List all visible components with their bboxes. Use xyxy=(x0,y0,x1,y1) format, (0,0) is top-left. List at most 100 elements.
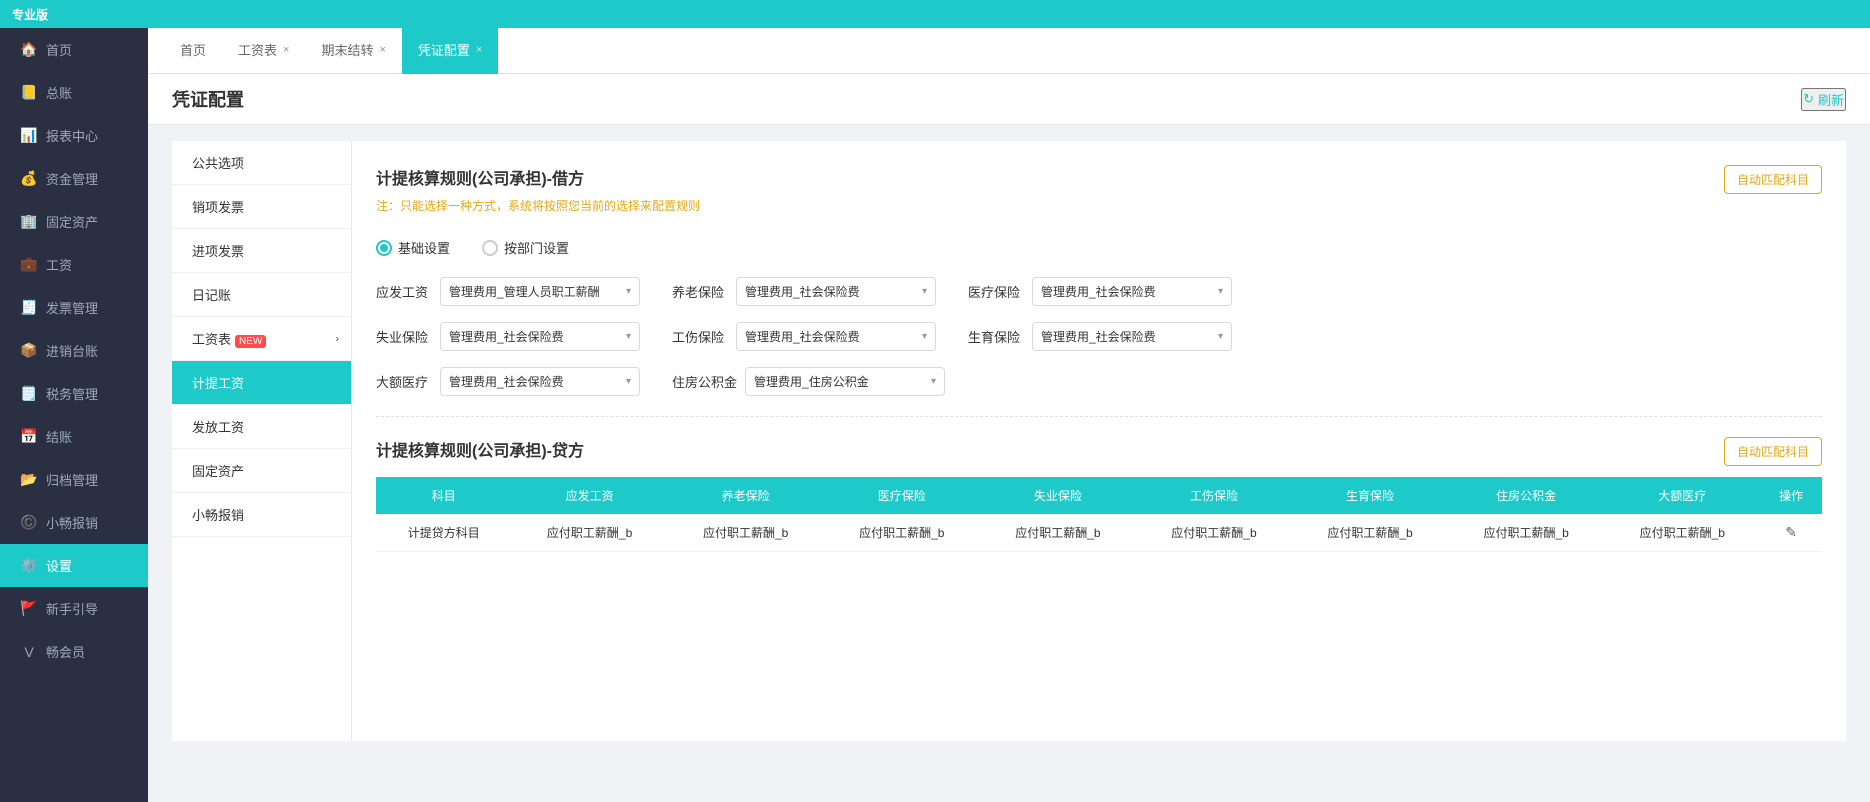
tab-close-period[interactable]: × xyxy=(379,44,385,56)
radio-basic-circle xyxy=(376,240,392,256)
left-nav-label-xiaochang-exp: 小畅报销 xyxy=(192,508,244,523)
select-value-zhufang: 管理费用_住房公积金 xyxy=(754,373,869,390)
sidebar-item-close[interactable]: 📅 结账 xyxy=(0,415,148,458)
sidebar-icon-assets: 🏢 xyxy=(20,213,38,231)
select-arrow-gongshang: ▾ xyxy=(922,331,927,342)
col-header-yanglao: 养老保险 xyxy=(668,477,824,514)
sidebar-item-salary[interactable]: 💼 工资 xyxy=(0,243,148,286)
cell-shengyu: 应付职工薪酬_b xyxy=(1292,514,1448,552)
tab-close-voucher[interactable]: × xyxy=(476,44,482,56)
tab-label-payroll: 工资表 xyxy=(238,40,277,59)
section-divider xyxy=(376,416,1822,417)
tab-label-period: 期末结转 xyxy=(321,40,373,59)
select-arrow-shiye: ▾ xyxy=(626,331,631,342)
radio-department[interactable]: 按部门设置 xyxy=(482,238,569,257)
col-header-gongshang: 工伤保险 xyxy=(1136,477,1292,514)
sidebar-icon-guide: 🚩 xyxy=(20,600,38,618)
sidebar-item-stock[interactable]: 📦进销台账 xyxy=(0,329,148,372)
sidebar-item-assets[interactable]: 🏢固定资产 xyxy=(0,200,148,243)
cell-shiye: 应付职工薪酬_b xyxy=(980,514,1136,552)
tab-label-home: 首页 xyxy=(180,40,206,59)
credit-auto-match-button[interactable]: 自动匹配科目 xyxy=(1724,437,1822,466)
refresh-button[interactable]: ↻ 刷新 xyxy=(1801,88,1846,111)
top-bar: 专业版 xyxy=(0,0,1870,28)
sidebar-icon-stock: 📦 xyxy=(20,342,38,360)
select-gongshang[interactable]: 管理费用_社会保险费 ▾ xyxy=(736,322,936,351)
left-nav-label-sales-invoice: 销项发票 xyxy=(192,200,244,215)
left-nav-distribution[interactable]: 发放工资 xyxy=(172,405,351,449)
new-badge-payroll-table: NEW xyxy=(235,335,266,348)
select-value-daejiyiliao: 管理费用_社会保险费 xyxy=(449,373,564,390)
radio-basic-label: 基础设置 xyxy=(398,238,450,257)
left-nav-public[interactable]: 公共选项 xyxy=(172,141,351,185)
sidebar-item-ledger[interactable]: 📒总账 xyxy=(0,71,148,114)
select-arrow-shengyu: ▾ xyxy=(1218,331,1223,342)
sidebar-label-salary: 工资 xyxy=(46,255,72,274)
sidebar-item-xiaochang[interactable]: ©️小畅报销 xyxy=(0,501,148,544)
left-nav-label-accrual: 计提工资 xyxy=(192,376,244,391)
select-yanglao[interactable]: 管理费用_社会保险费 ▾ xyxy=(736,277,936,306)
left-nav-label-purchase-invoice: 进项发票 xyxy=(192,244,244,259)
credit-table: 科目 应发工资 养老保险 医疗保险 失业保险 工伤保险 生育保险 住房公积金 大… xyxy=(376,477,1822,552)
sidebar-item-archive[interactable]: 📂归档管理 xyxy=(0,458,148,501)
radio-basic[interactable]: 基础设置 xyxy=(376,238,450,257)
select-arrow-yingfa: ▾ xyxy=(626,286,631,297)
select-yingfa[interactable]: 管理费用_管理人员职工薪酬 ▾ xyxy=(440,277,640,306)
form-row-0: 应发工资 管理费用_管理人员职工薪酬 ▾ 养老保险 管理费用_社会保险费 xyxy=(376,277,1822,306)
select-shiye[interactable]: 管理费用_社会保险费 ▾ xyxy=(440,322,640,351)
cell-action[interactable]: ✎ xyxy=(1760,514,1822,552)
left-nav-label-distribution: 发放工资 xyxy=(192,420,244,435)
col-header-zhufang: 住房公积金 xyxy=(1448,477,1604,514)
sidebar-icon-tax: 🗒️ xyxy=(20,385,38,403)
sidebar-item-funds[interactable]: 💰资金管理 xyxy=(0,157,148,200)
sidebar-item-guide[interactable]: 🚩新手引导 xyxy=(0,587,148,630)
tab-period[interactable]: 期末结转 × xyxy=(305,28,401,74)
cell-subject: 计提贷方科目 xyxy=(376,514,512,552)
sidebar-icon-salary: 💼 xyxy=(20,256,38,274)
field-label-shiye: 失业保险 xyxy=(376,327,432,346)
sidebar-item-member[interactable]: V畅会员 xyxy=(0,630,148,673)
sidebar-icon-close: 📅 xyxy=(20,428,38,446)
left-nav-fixed-assets[interactable]: 固定资产 xyxy=(172,449,351,493)
field-label-daejiyiliao: 大额医疗 xyxy=(376,372,432,391)
credit-table-body: 计提贷方科目 应付职工薪酬_b 应付职工薪酬_b 应付职工薪酬_b 应付职工薪酬… xyxy=(376,514,1822,552)
left-nav-accrual[interactable]: 计提工资 xyxy=(172,361,351,405)
left-nav-payroll-table[interactable]: 工资表NEW› xyxy=(172,317,351,361)
edit-icon[interactable]: ✎ xyxy=(1785,524,1797,540)
field-label-yanglao: 养老保险 xyxy=(672,282,728,301)
left-nav-xiaochang-exp[interactable]: 小畅报销 xyxy=(172,493,351,537)
left-nav-sales-invoice[interactable]: 销项发票 xyxy=(172,185,351,229)
sidebar-item-reports[interactable]: 📊 报表中心 xyxy=(0,114,148,157)
sidebar-label-archive: 归档管理 xyxy=(46,470,98,489)
sidebar-label-ledger: 总账 xyxy=(46,83,72,102)
tab-close-payroll[interactable]: × xyxy=(283,44,289,56)
field-shengyu: 生育保险 管理费用_社会保险费 ▾ xyxy=(968,322,1232,351)
brand-label: 专业版 xyxy=(12,6,48,23)
sidebar-item-settings[interactable]: ⚙️设置 xyxy=(0,544,148,587)
select-shengyu[interactable]: 管理费用_社会保险费 ▾ xyxy=(1032,322,1232,351)
cell-yingfa: 应付职工薪酬_b xyxy=(512,514,668,552)
sidebar-icon-settings: ⚙️ xyxy=(20,557,38,575)
select-yiliao[interactable]: 管理费用_社会保险费 ▾ xyxy=(1032,277,1232,306)
tab-home[interactable]: 首页 xyxy=(164,28,222,74)
tab-voucher[interactable]: 凭证配置× xyxy=(402,28,498,74)
left-nav-journal[interactable]: 日记账 xyxy=(172,273,351,317)
select-arrow-zhufang: ▾ xyxy=(931,376,936,387)
field-yiliao: 医疗保险 管理费用_社会保险费 ▾ xyxy=(968,277,1232,306)
cell-yanglao: 应付职工薪酬_b xyxy=(668,514,824,552)
select-value-yiliao: 管理费用_社会保险费 xyxy=(1041,283,1156,300)
select-zhufang[interactable]: 管理费用_住房公积金 ▾ xyxy=(745,367,945,396)
field-label-shengyu: 生育保险 xyxy=(968,327,1024,346)
select-daejiyiliao[interactable]: 管理费用_社会保险费 ▾ xyxy=(440,367,640,396)
col-header-shengyu: 生育保险 xyxy=(1292,477,1448,514)
sidebar-item-invoices[interactable]: 🧾发票管理 xyxy=(0,286,148,329)
debit-auto-match-button[interactable]: 自动匹配科目 xyxy=(1724,165,1822,194)
sidebar-label-close: 结账 xyxy=(46,427,72,446)
left-nav-purchase-invoice[interactable]: 进项发票 xyxy=(172,229,351,273)
sidebar-icon-reports: 📊 xyxy=(20,127,38,145)
sidebar-item-home[interactable]: 🏠首页 xyxy=(0,28,148,71)
sidebar-label-reports: 报表中心 xyxy=(46,126,98,145)
tab-payroll[interactable]: 工资表 × xyxy=(222,28,305,74)
col-header-action: 操作 xyxy=(1760,477,1822,514)
sidebar-item-tax[interactable]: 🗒️税务管理 xyxy=(0,372,148,415)
